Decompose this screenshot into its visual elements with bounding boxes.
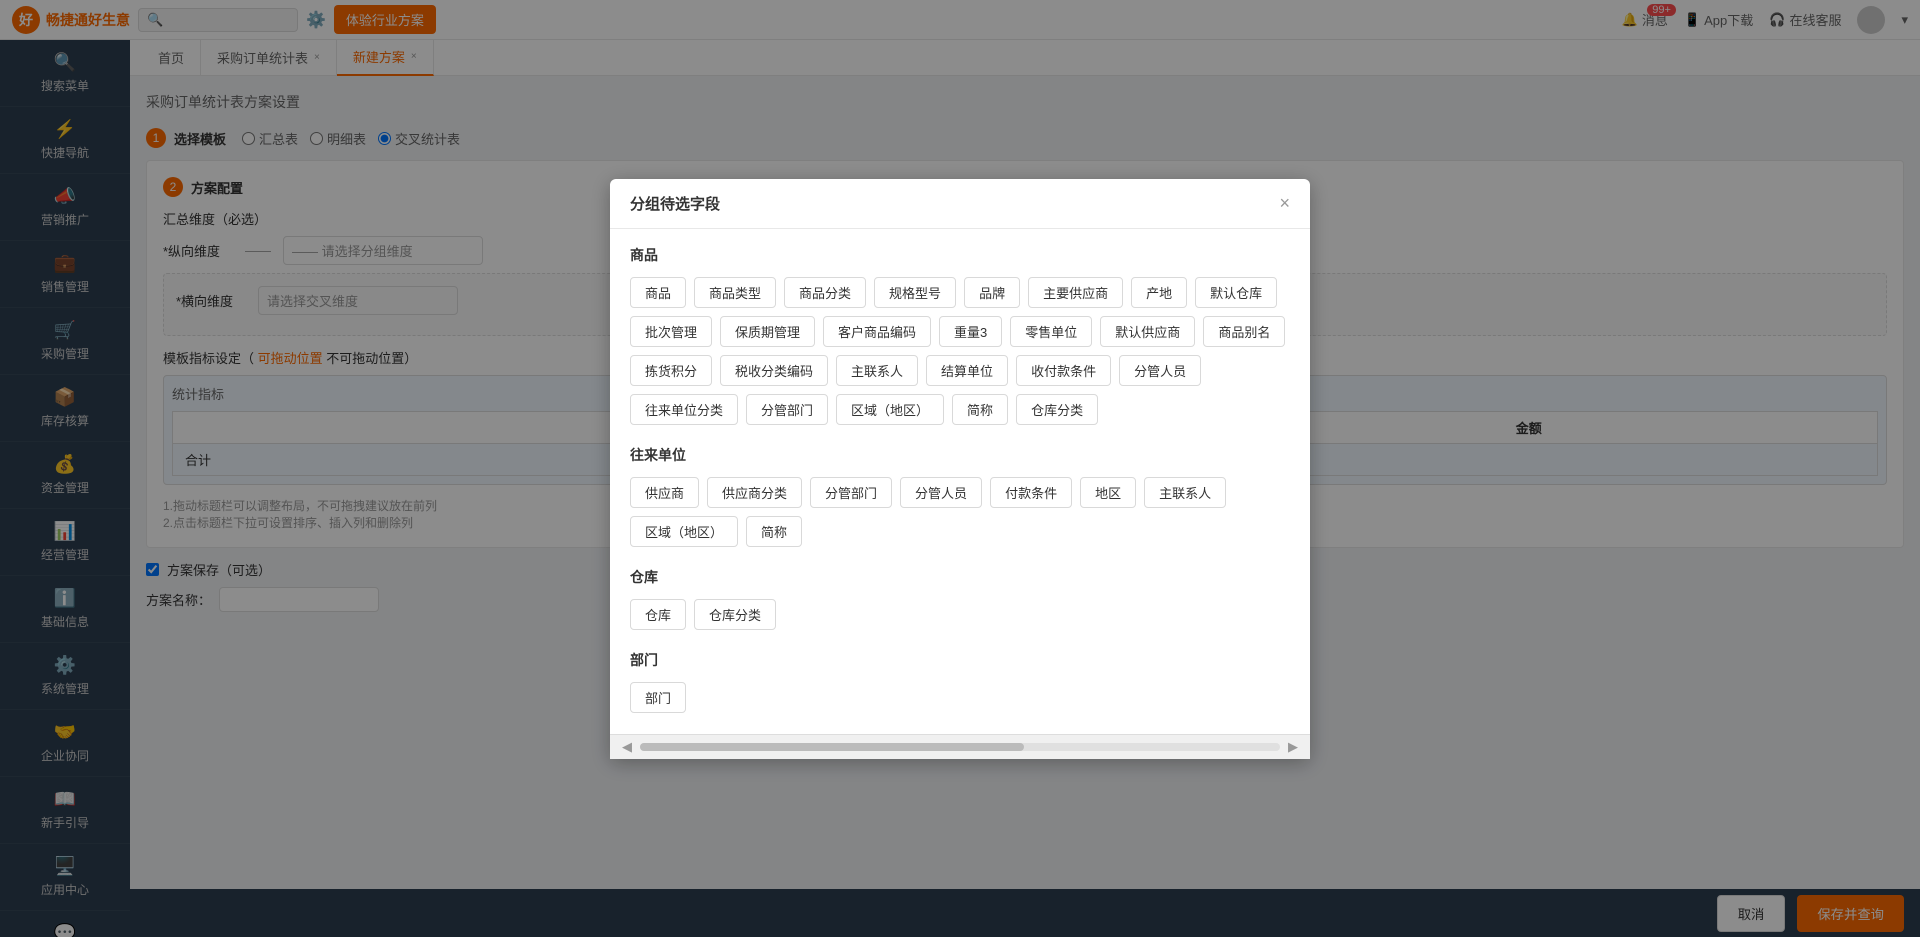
field-tag-products-17[interactable]: 主联系人 (836, 355, 918, 386)
field-tag-partners-0[interactable]: 供应商 (630, 477, 699, 508)
scroll-left-arrow[interactable]: ◀ (622, 739, 632, 755)
field-tag-department-0[interactable]: 部门 (630, 682, 686, 713)
scroll-right-arrow[interactable]: ▶ (1288, 739, 1298, 755)
field-tag-products-24[interactable]: 简称 (952, 394, 1008, 425)
field-tag-partners-5[interactable]: 地区 (1080, 477, 1136, 508)
field-tag-products-0[interactable]: 商品 (630, 277, 686, 308)
field-tag-products-6[interactable]: 产地 (1131, 277, 1187, 308)
field-tag-products-1[interactable]: 商品类型 (694, 277, 776, 308)
field-tag-partners-2[interactable]: 分管部门 (810, 477, 892, 508)
scroll-thumb (640, 743, 1024, 751)
field-tag-products-13[interactable]: 默认供应商 (1100, 316, 1195, 347)
field-tag-products-12[interactable]: 零售单位 (1010, 316, 1092, 347)
field-tags-warehouse: 仓库仓库分类 (630, 599, 1290, 630)
field-section-products: 商品商品商品类型商品分类规格型号品牌主要供应商产地默认仓库批次管理保质期管理客户… (630, 245, 1290, 425)
field-tag-partners-7[interactable]: 区域（地区） (630, 516, 738, 547)
field-tag-products-20[interactable]: 分管人员 (1119, 355, 1201, 386)
field-section-department: 部门部门 (630, 650, 1290, 713)
field-tag-partners-1[interactable]: 供应商分类 (707, 477, 802, 508)
modal-close-btn[interactable]: × (1279, 193, 1290, 214)
field-tags-department: 部门 (630, 682, 1290, 713)
field-tag-products-11[interactable]: 重量3 (939, 316, 1002, 347)
field-tag-products-25[interactable]: 仓库分类 (1016, 394, 1098, 425)
field-tag-products-5[interactable]: 主要供应商 (1028, 277, 1123, 308)
modal-header: 分组待选字段 × (610, 179, 1310, 229)
field-tag-partners-6[interactable]: 主联系人 (1144, 477, 1226, 508)
field-tag-products-15[interactable]: 拣货积分 (630, 355, 712, 386)
section-title-products: 商品 (630, 245, 1290, 265)
scroll-track (640, 743, 1280, 751)
section-title-warehouse: 仓库 (630, 567, 1290, 587)
modal-overlay: 分组待选字段 × 商品商品商品类型商品分类规格型号品牌主要供应商产地默认仓库批次… (0, 0, 1920, 937)
field-section-partners: 往来单位供应商供应商分类分管部门分管人员付款条件地区主联系人区域（地区） 简称 (630, 445, 1290, 547)
field-tag-products-8[interactable]: 批次管理 (630, 316, 712, 347)
modal: 分组待选字段 × 商品商品商品类型商品分类规格型号品牌主要供应商产地默认仓库批次… (610, 179, 1310, 759)
field-tag-products-7[interactable]: 默认仓库 (1195, 277, 1277, 308)
field-tag-products-9[interactable]: 保质期管理 (720, 316, 815, 347)
field-tag-products-18[interactable]: 结算单位 (926, 355, 1008, 386)
field-tag-warehouse-1[interactable]: 仓库分类 (694, 599, 776, 630)
field-tag-products-14[interactable]: 商品别名 (1203, 316, 1285, 347)
field-tag-products-10[interactable]: 客户商品编码 (823, 316, 931, 347)
modal-body: 商品商品商品类型商品分类规格型号品牌主要供应商产地默认仓库批次管理保质期管理客户… (610, 229, 1310, 734)
field-tag-products-16[interactable]: 税收分类编码 (720, 355, 828, 386)
field-tags-products: 商品商品类型商品分类规格型号品牌主要供应商产地默认仓库批次管理保质期管理客户商品… (630, 277, 1290, 425)
section-title-partners: 往来单位 (630, 445, 1290, 465)
modal-scroll-bar: ◀ ▶ (610, 734, 1310, 759)
field-tag-products-2[interactable]: 商品分类 (784, 277, 866, 308)
modal-title: 分组待选字段 (630, 193, 720, 214)
field-tags-partners: 供应商供应商分类分管部门分管人员付款条件地区主联系人区域（地区） 简称 (630, 477, 1290, 547)
field-tag-partners-8[interactable]: 简称 (746, 516, 802, 547)
field-tag-products-19[interactable]: 收付款条件 (1016, 355, 1111, 386)
field-tag-products-3[interactable]: 规格型号 (874, 277, 956, 308)
field-tag-warehouse-0[interactable]: 仓库 (630, 599, 686, 630)
field-section-warehouse: 仓库仓库仓库分类 (630, 567, 1290, 630)
field-tag-products-21[interactable]: 往来单位分类 (630, 394, 738, 425)
field-tag-partners-3[interactable]: 分管人员 (900, 477, 982, 508)
field-tag-products-23[interactable]: 区域（地区） (836, 394, 944, 425)
section-title-department: 部门 (630, 650, 1290, 670)
field-tag-products-4[interactable]: 品牌 (964, 277, 1020, 308)
field-tag-products-22[interactable]: 分管部门 (746, 394, 828, 425)
field-tag-partners-4[interactable]: 付款条件 (990, 477, 1072, 508)
